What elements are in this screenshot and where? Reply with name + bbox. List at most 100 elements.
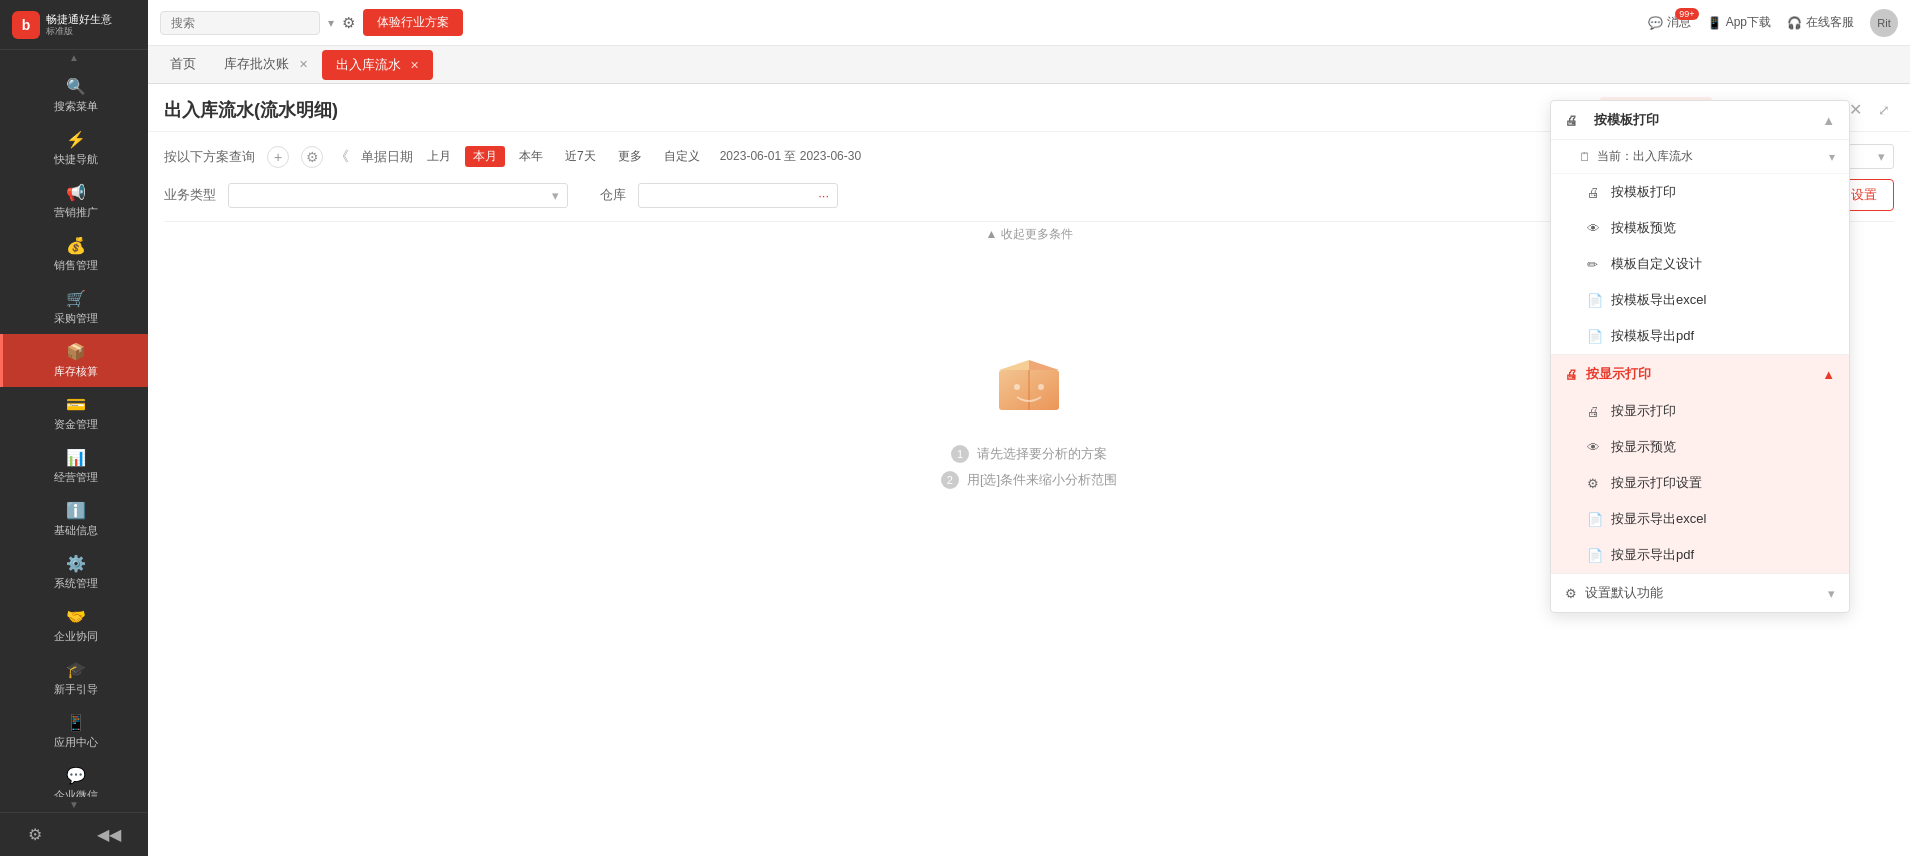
filter-scheme-label: 按以下方案查询: [164, 148, 255, 166]
display-export-excel-item[interactable]: 📄 按显示导出excel: [1551, 501, 1849, 537]
chevron-up-2: ▲: [1822, 367, 1835, 382]
date-filter-label: 单据日期: [361, 148, 413, 166]
date-filter: 单据日期 上月 本月 本年 近7天 更多 自定义: [361, 146, 708, 167]
sidebar-item-sales[interactable]: 💰 销售管理: [0, 228, 148, 281]
svg-marker-1: [999, 360, 1029, 370]
date-more-btn[interactable]: 更多: [610, 146, 650, 167]
sidebar-item-purchase[interactable]: 🛒 采购管理: [0, 281, 148, 334]
phone-icon: 📱: [1707, 16, 1722, 30]
sidebar-label-search: 搜索菜单: [54, 99, 98, 114]
display-print-item[interactable]: 🖨 按显示打印: [1551, 393, 1849, 429]
sidebar-logo: b 畅捷通好生意 标准版: [0, 0, 148, 50]
system-icon: ⚙️: [66, 554, 86, 573]
sidebar-item-enterprise[interactable]: 🤝 企业协同: [0, 599, 148, 652]
close-flow-tab[interactable]: ✕: [410, 59, 419, 71]
app-download-button[interactable]: 📱 App下载: [1707, 14, 1771, 31]
date-this-month-btn[interactable]: 本月: [465, 146, 505, 167]
display-preview-item[interactable]: 👁 按显示预览: [1551, 429, 1849, 465]
template-export-excel-item[interactable]: 📄 按模板导出excel: [1551, 282, 1849, 318]
close-batch-tab[interactable]: ✕: [299, 58, 308, 70]
sidebar-item-inventory[interactable]: 📦 库存核算: [0, 334, 148, 387]
chevron-down-icon[interactable]: ▾: [328, 16, 334, 30]
sidebar-scroll-up[interactable]: ▲: [0, 50, 148, 65]
filter-setting-button[interactable]: ⚙: [301, 146, 323, 168]
sidebar-item-search[interactable]: 🔍 搜索菜单: [0, 69, 148, 122]
svg-point-5: [1038, 384, 1044, 390]
filter-add-button[interactable]: +: [267, 146, 289, 168]
headset-icon: 🎧: [1787, 16, 1802, 30]
date-custom-btn[interactable]: 自定义: [656, 146, 708, 167]
default-setting-item[interactable]: ⚙ 设置默认功能 ▾: [1551, 574, 1849, 612]
template-export-pdf-item[interactable]: 📄 按模板导出pdf: [1551, 318, 1849, 354]
sidebar-label-wechat: 企业微信: [54, 788, 98, 797]
printer-icon-1: 🖨: [1565, 113, 1578, 128]
template-icon: 🗒: [1579, 150, 1591, 164]
sales-icon: 💰: [66, 236, 86, 255]
trial-button[interactable]: 体验行业方案: [363, 9, 463, 36]
sidebar-collapse-btn[interactable]: ◀◀: [89, 821, 129, 848]
sidebar-item-operations[interactable]: 📊 经营管理: [0, 440, 148, 493]
sidebar-item-system[interactable]: ⚙️ 系统管理: [0, 546, 148, 599]
sidebar-item-finance[interactable]: 💳 资金管理: [0, 387, 148, 440]
date-this-year-btn[interactable]: 本年: [511, 146, 551, 167]
svg-marker-2: [1029, 360, 1059, 370]
sidebar-scroll-down[interactable]: ▼: [0, 797, 148, 812]
sidebar-label-operations: 经营管理: [54, 470, 98, 485]
sidebar-label-enterprise: 企业协同: [54, 629, 98, 644]
tab-home[interactable]: 首页: [156, 49, 210, 81]
search-input[interactable]: [160, 11, 320, 35]
display-print-header[interactable]: 🖨 按显示打印 ▲: [1551, 355, 1849, 393]
sidebar-item-marketing[interactable]: 📢 营销推广: [0, 175, 148, 228]
shortcut-icon: ⚡: [66, 130, 86, 149]
filter-collapse-button[interactable]: 《: [335, 148, 349, 166]
enterprise-icon: 🤝: [66, 607, 86, 626]
display-export-pdf-item[interactable]: 📄 按显示导出pdf: [1551, 537, 1849, 573]
user-avatar[interactable]: Rit: [1870, 9, 1898, 37]
sidebar-item-guide[interactable]: 🎓 新手引导: [0, 652, 148, 705]
template-preview-item[interactable]: 👁 按模板预览: [1551, 210, 1849, 246]
date-7days-btn[interactable]: 近7天: [557, 146, 604, 167]
display-print-section: 🖨 按显示打印 ▲ 🖨 按显示打印 👁 按显示预览 ⚙ 按显示打印设置 📄 按显…: [1551, 355, 1849, 574]
expand-icon[interactable]: ⤢: [1874, 98, 1894, 122]
tab-batch[interactable]: 库存批次账 ✕: [210, 49, 322, 81]
preview-icon-2: 👁: [1587, 440, 1603, 455]
message-icon: 💬: [1648, 16, 1663, 30]
guide-icon: 🎓: [66, 660, 86, 679]
tab-flow[interactable]: 出入库流水 ✕: [322, 50, 434, 80]
sidebar-label-system: 系统管理: [54, 576, 98, 591]
chevron-down-template: ▾: [1829, 150, 1835, 164]
sidebar-nav: 🔍 搜索菜单 ⚡ 快捷导航 📢 营销推广 💰 销售管理 🛒 采购管理 📦 库存核…: [0, 65, 148, 797]
template-current[interactable]: 🗒 当前：出入库流水 ▾: [1551, 140, 1849, 174]
marketing-icon: 📢: [66, 183, 86, 202]
settings-icon: ⚙: [1587, 476, 1603, 491]
sidebar-label-guide: 新手引导: [54, 682, 98, 697]
print-icon-2: 🖨: [1587, 404, 1603, 419]
business-type-select[interactable]: ▾: [228, 183, 568, 208]
warehouse-more[interactable]: ···: [818, 188, 829, 203]
sidebar-label-finance: 资金管理: [54, 417, 98, 432]
inventory-icon: 📦: [66, 342, 86, 361]
wechat-icon: 💬: [66, 766, 86, 785]
online-service-button[interactable]: 🎧 在线客服: [1787, 14, 1854, 31]
sidebar-item-basic[interactable]: ℹ️ 基础信息: [0, 493, 148, 546]
template-print-header[interactable]: 🖨 按模板打印 ▲: [1551, 101, 1849, 140]
template-print-item[interactable]: 🖨 按模板打印: [1551, 174, 1849, 210]
svg-point-4: [1014, 384, 1020, 390]
sidebar-settings-btn[interactable]: ⚙: [20, 821, 50, 848]
date-last-month-btn[interactable]: 上月: [419, 146, 459, 167]
gear-icon[interactable]: ⚙: [342, 14, 355, 32]
sidebar-item-apps[interactable]: 📱 应用中心: [0, 705, 148, 758]
sidebar-item-wechat[interactable]: 💬 企业微信: [0, 758, 148, 797]
design-icon: ✏: [1587, 257, 1603, 272]
display-settings-item[interactable]: ⚙ 按显示打印设置: [1551, 465, 1849, 501]
chevron-down-footer: ▾: [1828, 586, 1835, 601]
template-print-section: 🖨 按模板打印 ▲ 🗒 当前：出入库流水 ▾ 🖨 按模板打印 👁 按模板预览 ✏…: [1551, 101, 1849, 355]
messages-button[interactable]: 💬 消息 99+: [1648, 14, 1691, 31]
search-icon: 🔍: [66, 77, 86, 96]
sidebar-label-inventory: 库存核算: [54, 364, 98, 379]
sidebar-label-apps: 应用中心: [54, 735, 98, 750]
template-custom-item[interactable]: ✏ 模板自定义设计: [1551, 246, 1849, 282]
warehouse-select[interactable]: ···: [638, 183, 838, 208]
sidebar-item-shortcut[interactable]: ⚡ 快捷导航: [0, 122, 148, 175]
business-chevron: ▾: [552, 188, 559, 203]
